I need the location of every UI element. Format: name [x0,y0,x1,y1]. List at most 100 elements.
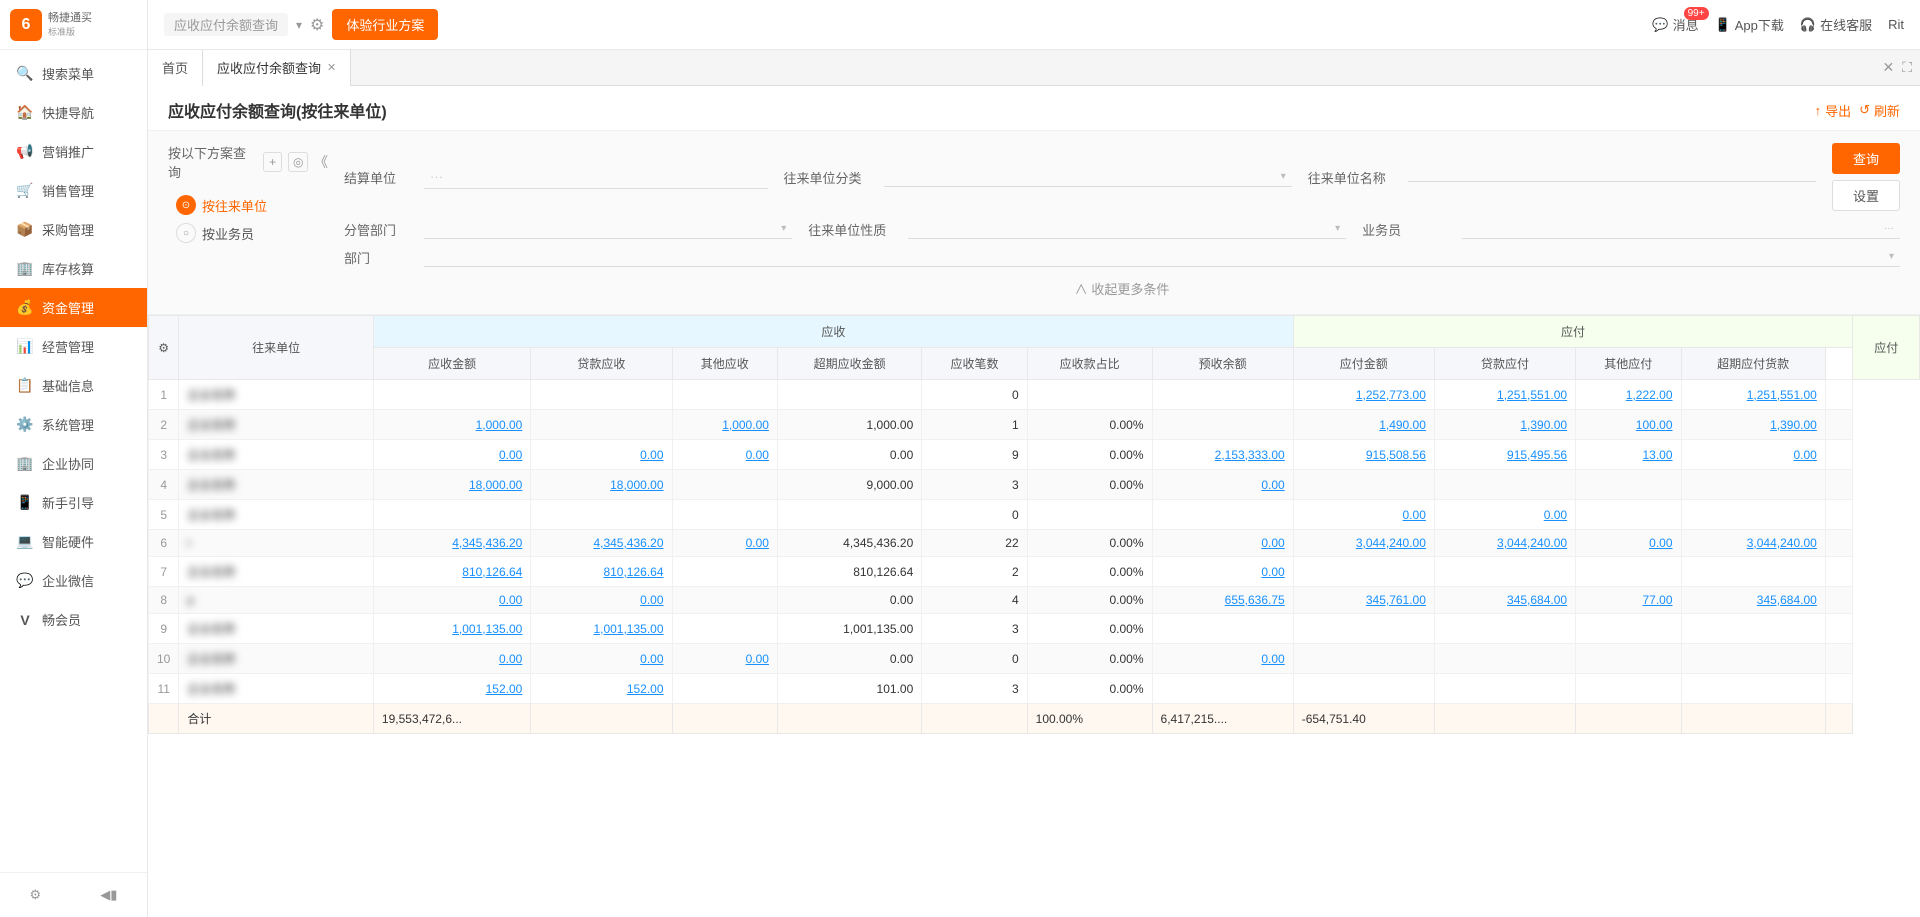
tab-bar: 首页 应收应付余额查询 ✕ ✕ ⛶ [148,50,1920,86]
promo-button[interactable]: 体验行业方案 [332,9,438,40]
sidebar-item-quick-nav[interactable]: 🏠 快捷导航 [0,93,147,132]
col-header-row: 应收金额 贷款应收 其他应收 超期应收金额 应收笔数 应收款占比 预收余额 应付… [149,348,1920,380]
header-right: 💬 消息 99+ 📱 App下载 🎧 在线客服 Rit [1652,15,1904,34]
table-row: 11企业名称152.00152.00101.0030.00% [149,674,1920,704]
table-row: 7企业名称810,126.64810,126.64810,126.6420.00… [149,557,1920,587]
footer-overdue-ar [777,704,921,734]
filter-scheme-button[interactable]: ◎ [288,152,308,172]
managing-dept-select[interactable]: ▾ [424,219,792,239]
dept-arrow: ▾ [1889,251,1894,262]
home-icon: 🏠 [16,104,34,122]
sidebar-item-search-menu[interactable]: 🔍 搜索菜单 [0,54,147,93]
header-dropdown-button[interactable]: ▾ [296,18,302,32]
top-header: 应收应付余额查询 ▾ ⚙ 体验行业方案 💬 消息 99+ 📱 App下载 🎧 在… [148,0,1920,50]
online-service-button[interactable]: 🎧 在线客服 [1800,15,1872,34]
partner-name-input[interactable] [1408,173,1816,182]
header-left: 应收应付余额查询 ▾ ⚙ 体验行业方案 [164,9,438,40]
settings-th[interactable]: ⚙ [149,316,179,380]
sidebar-footer: ⚙ ◀▮ [0,872,147,917]
sidebar-item-finance[interactable]: 💰 资金管理 [0,288,147,327]
managing-dept-arrow: ▾ [781,223,786,234]
table-row: 10企业名称0.000.000.000.0000.00%0.00 [149,644,1920,674]
managing-dept-label: 分管部门 [344,220,424,239]
sidebar-item-vip[interactable]: V 畅会员 [0,600,147,639]
marketing-icon: 📢 [16,143,34,161]
header-gear-icon[interactable]: ⚙ [310,15,324,35]
sidebar-item-operations[interactable]: 📊 经营管理 [0,327,147,366]
sidebar-collapse-button[interactable]: ◀▮ [94,881,123,909]
footer-ap-more [1825,704,1853,734]
payable-extra-th: 应付 [1853,316,1920,380]
filter-by-staff[interactable]: ○ 按业务员 [168,219,328,247]
sidebar-item-purchase[interactable]: 📦 采购管理 [0,210,147,249]
filter-row-2: 分管部门 ▾ 往来单位性质 ▾ [344,219,1900,239]
staff-option-icon: ○ [176,223,196,243]
filter-row-1: 结算单位 ··· 往来单位分类 ▾ [344,143,1900,211]
collapse-more-button[interactable]: ∧ 收起更多条件 [344,275,1900,302]
filter-sidebar: 按以下方案查询 + ◎ 《 ⊙ 按往来单位 ○ 按业务员 [168,143,328,302]
footer-other-ar [672,704,777,734]
ap-amount-th: 应付金额 [1293,348,1434,380]
query-button[interactable]: 查询 [1832,143,1900,174]
loan-ar-th: 贷款应收 [531,348,672,380]
page-header: 应收应付余额查询(按往来单位) ↑ 导出 ↺ 刷新 [148,86,1920,131]
logo-text: 畅捷通买 标准版 [48,11,92,38]
overdue-ap-th: 超期应付货款 [1681,348,1825,380]
sidebar-item-sales[interactable]: 🛒 销售管理 [0,171,147,210]
table-row: 1企业名称01,252,773.001,251,551.001,222.001,… [149,380,1920,410]
message-icon: 💬 [1652,17,1668,33]
filter-partner-name: 往来单位名称 [1308,168,1816,187]
footer-ar-count [922,704,1027,734]
col-group-header-row: ⚙ 往来单位 应收 应付 应付 [149,316,1920,348]
salesperson-input[interactable]: ··· [1462,219,1900,239]
vip-icon: V [16,611,34,629]
header-breadcrumb: 应收应付余额查询 [164,13,288,36]
filter-collapse-icon[interactable]: 《 [314,152,328,172]
messages-button[interactable]: 💬 消息 99+ [1652,15,1698,34]
partner-nature-select[interactable]: ▾ [908,219,1346,239]
refresh-button[interactable]: ↺ 刷新 [1859,101,1900,120]
salesperson-dots: ··· [1884,223,1894,234]
partner-category-select[interactable]: ▾ [884,167,1292,187]
dept-select[interactable]: ▾ [424,247,1900,267]
footer-ap-amount: -654,751.40 [1293,704,1434,734]
sidebar-item-corp-wechat[interactable]: 💬 企业微信 [0,561,147,600]
sidebar-item-system[interactable]: ⚙️ 系统管理 [0,405,147,444]
set-button[interactable]: 设置 [1832,180,1900,211]
tab-ar-ap-query[interactable]: 应收应付余额查询 ✕ [203,50,351,86]
sidebar-settings-button[interactable]: ⚙ [24,881,48,909]
search-menu-icon: 🔍 [16,65,34,83]
sidebar-item-corp-collab[interactable]: 🏢 企业协同 [0,444,147,483]
footer-loan-ar [531,704,672,734]
sidebar: 6 畅捷通买 标准版 🔍 搜索菜单 🏠 快捷导航 📢 营销推广 🛒 销售管理 📦… [0,0,148,917]
inventory-icon: 🏢 [16,260,34,278]
filter-settlement-unit: 结算单位 ··· [344,165,768,189]
filter-managing-dept: 分管部门 ▾ [344,219,792,239]
partner-nature-label: 往来单位性质 [808,220,908,239]
filter-add-button[interactable]: + [263,152,283,172]
main-area: 应收应付余额查询 ▾ ⚙ 体验行业方案 💬 消息 99+ 📱 App下载 🎧 在… [148,0,1920,917]
user-name[interactable]: Rit [1888,17,1904,32]
footer-overdue-ap [1681,704,1825,734]
settlement-unit-input[interactable]: ··· [424,165,768,189]
export-button[interactable]: ↑ 导出 [1815,101,1852,120]
tab-home[interactable]: 首页 [148,50,203,86]
filter-partner-category: 往来单位分类 ▾ [784,167,1292,187]
sidebar-item-marketing[interactable]: 📢 营销推广 [0,132,147,171]
sidebar-item-newcomer[interactable]: 📱 新手引导 [0,483,147,522]
table-row: 5企业名称00.000.00 [149,500,1920,530]
table-row: 3企业名称0.000.000.000.0090.00%2,153,333.009… [149,440,1920,470]
collapse-icon: ∧ [1075,282,1088,297]
tab-close-icon[interactable]: ✕ [327,61,336,74]
sidebar-item-basic-info[interactable]: 📋 基础信息 [0,366,147,405]
tab-expand-button[interactable]: ⛶ [1902,59,1912,76]
sidebar-item-smart-hw[interactable]: 💻 智能硬件 [0,522,147,561]
footer-advance: 6,417,215.... [1152,704,1293,734]
tab-close-all-button[interactable]: ✕ [1882,59,1894,76]
app-download-button[interactable]: 📱 App下载 [1715,15,1784,34]
corp-wechat-icon: 💬 [16,572,34,590]
sidebar-item-inventory[interactable]: 🏢 库存核算 [0,249,147,288]
filter-by-partner[interactable]: ⊙ 按往来单位 [168,191,328,219]
page-content: 应收应付余额查询(按往来单位) ↑ 导出 ↺ 刷新 按以下方案查询 [148,86,1920,917]
footer-loan-ap [1434,704,1575,734]
